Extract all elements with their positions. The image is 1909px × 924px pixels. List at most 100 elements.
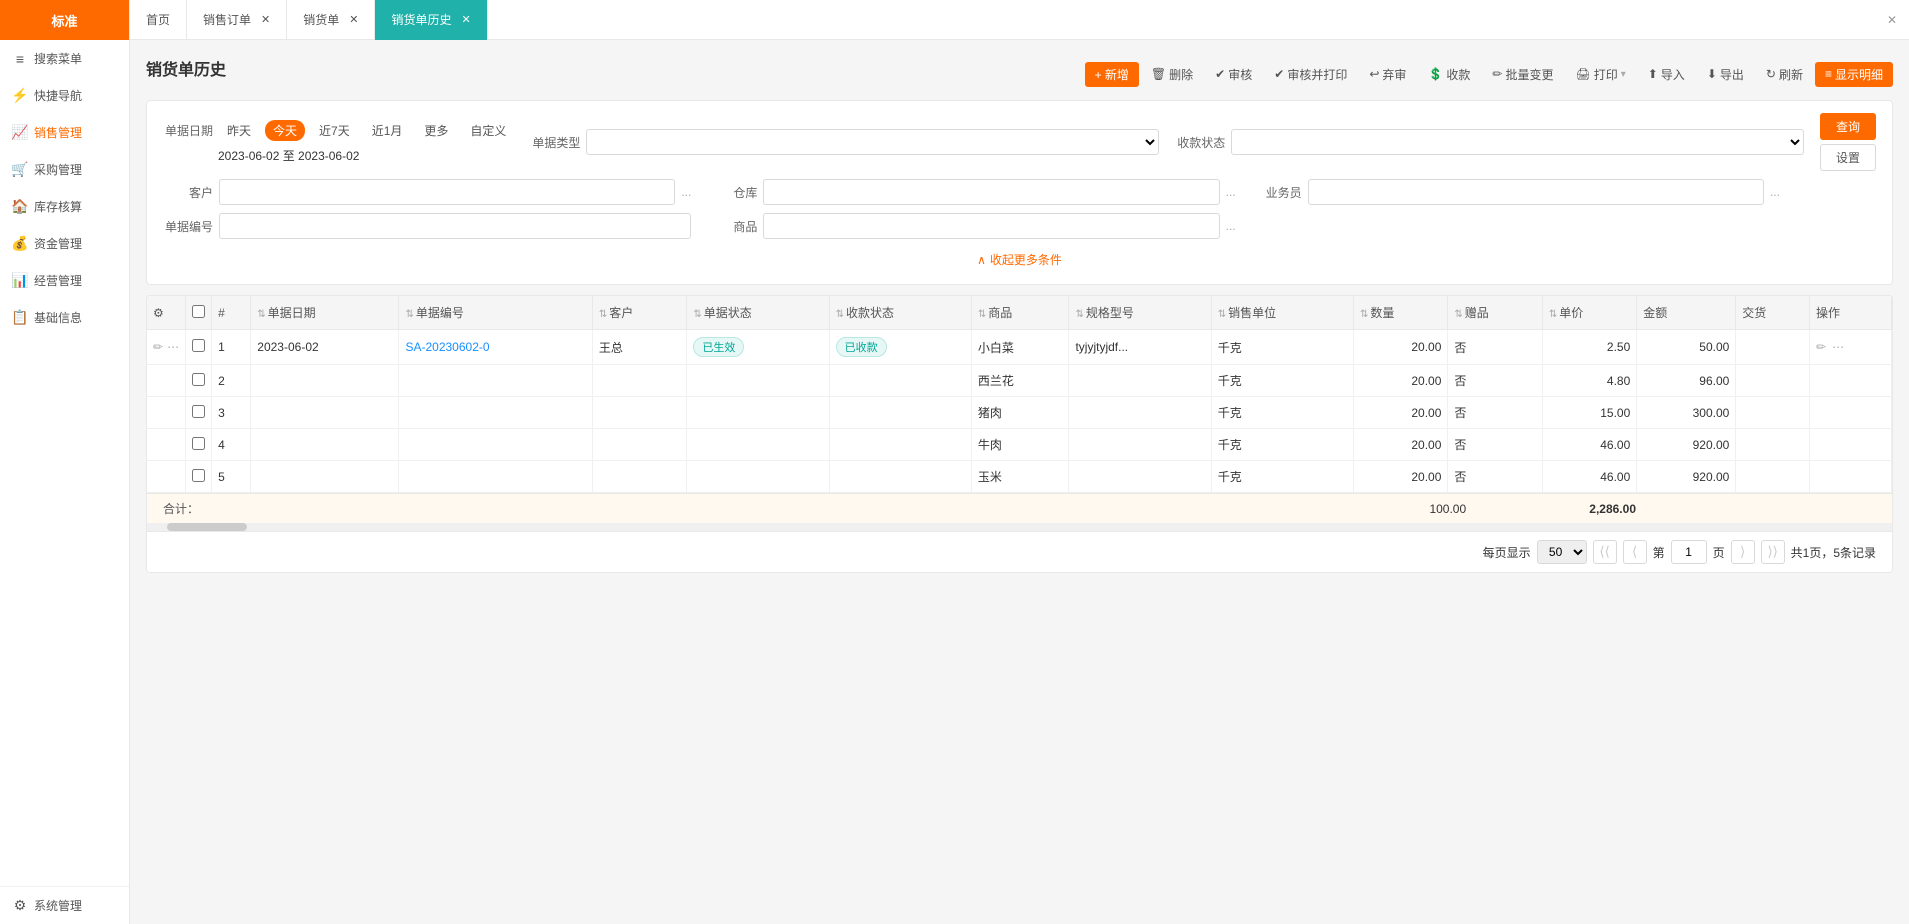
tab-sales-order-label: 销售订单 <box>203 11 251 28</box>
date-shortcut-custom[interactable]: 自定义 <box>462 120 514 141</box>
page-next-button[interactable]: ⟩ <box>1731 540 1755 564</box>
date-shortcut-7days[interactable]: 近7天 <box>311 120 358 141</box>
query-button[interactable]: 查询 <box>1820 113 1876 140</box>
th-quantity[interactable]: ⇅数量 <box>1353 296 1447 330</box>
warehouse-dots[interactable]: ... <box>1226 185 1236 199</box>
sidebar-item-purchase-mgmt[interactable]: 🛒 采购管理 <box>0 151 129 188</box>
th-gift[interactable]: ⇅赠品 <box>1448 296 1542 330</box>
th-doc-status[interactable]: ⇅单据状态 <box>687 296 829 330</box>
sidebar-item-basic-info[interactable]: 📋 基础信息 <box>0 299 129 336</box>
th-goods[interactable]: ⇅商品 <box>971 296 1069 330</box>
page-prev-button[interactable]: ⟨ <box>1623 540 1647 564</box>
set-button[interactable]: 设置 <box>1820 144 1876 171</box>
date-shortcut-yesterday[interactable]: 昨天 <box>219 120 259 141</box>
th-doc-num[interactable]: ⇅单据编号 <box>399 296 592 330</box>
row-checkbox[interactable] <box>192 405 205 418</box>
refresh-icon: ↻ <box>1766 67 1776 81</box>
doc-type-select[interactable] <box>586 129 1159 155</box>
sort-price-icon: ⇅ <box>1549 309 1557 320</box>
sidebar-item-finance[interactable]: 💰 资金管理 <box>0 225 129 262</box>
td-doc-date: 2023-06-02 <box>251 330 399 365</box>
filter-date: 单据日期 昨天 今天 近7天 近1月 更多 自定义 2023-06-02 至 2… <box>163 120 514 164</box>
row-checkbox[interactable] <box>192 437 205 450</box>
th-spec-type[interactable]: ⇅规格型号 <box>1069 296 1211 330</box>
row-checkbox[interactable] <box>192 373 205 386</box>
more-row-icon[interactable]: ⋯ <box>167 340 179 354</box>
toolbar: + 新增 🗑 删除 ✔ 审核 ✔ 审核并打印 ↩ 弃审 <box>1085 62 1893 87</box>
select-all-checkbox[interactable] <box>192 305 205 318</box>
tab-sales-history-close[interactable]: ✕ <box>462 13 471 26</box>
goods-input[interactable] <box>763 213 1219 239</box>
batch-change-button[interactable]: ✏ 批量变更 <box>1482 62 1563 87</box>
th-pay-status[interactable]: ⇅收款状态 <box>829 296 971 330</box>
goods-dots[interactable]: ... <box>1226 219 1236 233</box>
tab-sales-goods-close[interactable]: ✕ <box>349 13 358 26</box>
th-sales-unit[interactable]: ⇅销售单位 <box>1211 296 1353 330</box>
import-button[interactable]: ⬆ 导入 <box>1638 62 1695 87</box>
sidebar-item-label: 基础信息 <box>34 309 82 326</box>
customer-input[interactable] <box>219 179 675 205</box>
audit-print-button[interactable]: ✔ 审核并打印 <box>1264 62 1357 87</box>
tab-sales-order[interactable]: 销售订单 ✕ <box>187 0 287 40</box>
th-unit-price[interactable]: ⇅单价 <box>1542 296 1636 330</box>
date-shortcut-more[interactable]: 更多 <box>416 120 456 141</box>
td-checkbox <box>186 461 212 493</box>
th-customer[interactable]: ⇅客户 <box>592 296 686 330</box>
td-doc-status <box>687 397 829 429</box>
td-action <box>1810 397 1892 429</box>
tab-sales-goods[interactable]: 销货单 ✕ <box>287 0 375 40</box>
salesperson-dots[interactable]: ... <box>1770 185 1780 199</box>
collapse-filter-btn[interactable]: ∧ 收起更多条件 <box>973 247 1066 272</box>
abandon-button[interactable]: ↩ 弃审 <box>1359 62 1416 87</box>
tab-sales-history[interactable]: 销货单历史 ✕ <box>375 0 487 40</box>
sidebar-item-inventory[interactable]: 🏠 库存核算 <box>0 188 129 225</box>
audit-button[interactable]: ✔ 审核 <box>1205 62 1262 87</box>
th-gear[interactable]: ⚙ <box>147 296 186 330</box>
customer-dots[interactable]: ... <box>681 185 691 199</box>
sidebar-item-search-menu[interactable]: ≡ 搜索菜单 <box>0 40 129 77</box>
doc-num-input[interactable] <box>219 213 691 239</box>
sidebar-item-label: 库存核算 <box>34 198 82 215</box>
sidebar-item-operations[interactable]: 📊 经营管理 <box>0 262 129 299</box>
tab-sales-order-close[interactable]: ✕ <box>261 13 270 26</box>
td-doc-status <box>687 429 829 461</box>
td-row-num: 5 <box>212 461 251 493</box>
page-first-button[interactable]: ⟨⟨ <box>1593 540 1617 564</box>
show-detail-button[interactable]: ≡ 显示明细 <box>1815 62 1893 87</box>
date-shortcut-1month[interactable]: 近1月 <box>364 120 411 141</box>
warehouse-input[interactable] <box>763 179 1219 205</box>
refresh-button[interactable]: ↻ 刷新 <box>1756 62 1813 87</box>
page-last-button[interactable]: ⟩⟩ <box>1761 540 1785 564</box>
tab-home[interactable]: 首页 <box>130 0 187 40</box>
action-edit-icon[interactable]: ✏ <box>1816 340 1826 354</box>
row-checkbox[interactable] <box>192 469 205 482</box>
collapse-label: 收起更多条件 <box>990 251 1062 268</box>
current-page-input[interactable] <box>1671 540 1707 564</box>
sidebar-item-sales-mgmt[interactable]: 📈 销售管理 <box>0 114 129 151</box>
action-more-icon[interactable]: ⋯ <box>1832 340 1844 354</box>
collect-status-select[interactable] <box>1231 129 1804 155</box>
td-gear <box>147 365 186 397</box>
edit-row-icon[interactable]: ✏ <box>153 340 163 354</box>
td-doc-date <box>251 429 399 461</box>
finance-icon: 💰 <box>12 236 28 252</box>
collect-button[interactable]: 💲 收款 <box>1418 62 1480 87</box>
date-shortcut-today[interactable]: 今天 <box>265 120 305 141</box>
new-button[interactable]: + 新增 <box>1085 62 1139 87</box>
delete-button[interactable]: 🗑 删除 <box>1141 62 1203 87</box>
print-button[interactable]: 🖨 打印 ▾ <box>1565 62 1635 87</box>
doc-num-link[interactable]: SA-20230602-0 <box>405 340 489 354</box>
horizontal-scrollbar[interactable] <box>147 523 1892 531</box>
sidebar-item-sys-mgmt[interactable]: ⚙ 系统管理 <box>0 887 129 924</box>
scrollbar-thumb[interactable] <box>167 523 247 531</box>
sort-spec-icon: ⇅ <box>1075 309 1083 320</box>
row-checkbox[interactable] <box>192 339 205 352</box>
tab-bar-close-all[interactable]: ✕ <box>1875 13 1909 27</box>
per-page-select[interactable]: 50 100 <box>1537 540 1587 564</box>
th-doc-date[interactable]: ⇅单据日期 <box>251 296 399 330</box>
export-button[interactable]: ⬇ 导出 <box>1697 62 1754 87</box>
table-row: ✏⋯12023-06-02SA-20230602-0王总已生效已收款小白菜tyj… <box>147 330 1892 365</box>
sidebar-item-quick-nav[interactable]: ⚡ 快捷导航 <box>0 77 129 114</box>
salesperson-input[interactable] <box>1308 179 1764 205</box>
td-pay-status <box>829 461 971 493</box>
